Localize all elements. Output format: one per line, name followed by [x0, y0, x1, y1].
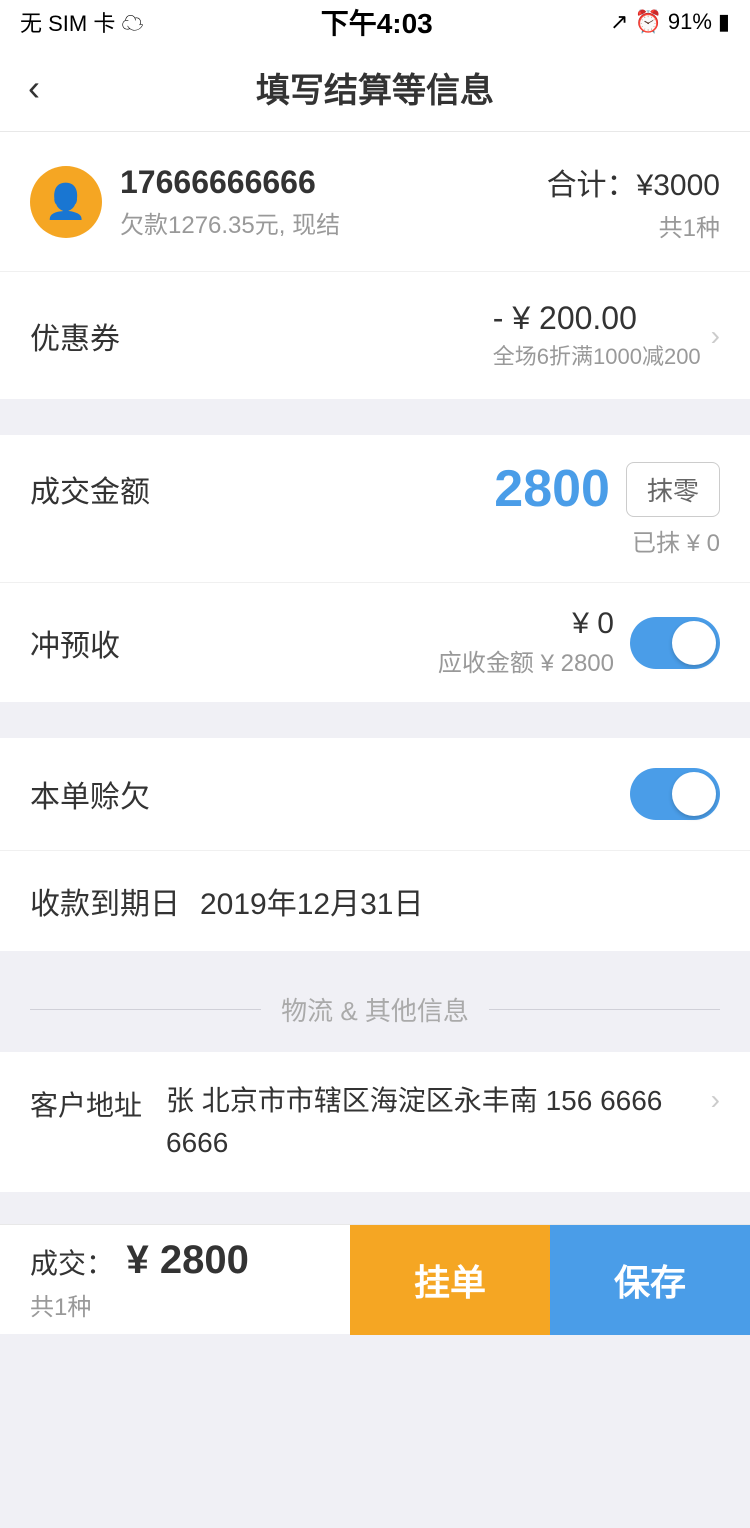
toggle-knob: [672, 621, 716, 665]
logistics-divider: 物流 & 其他信息: [0, 967, 750, 1052]
back-button[interactable]: ‹: [28, 67, 40, 109]
customer-sub: 欠款1276.35元, 现结: [120, 205, 340, 240]
nav-bar: ‹ 填写结算等信息: [0, 44, 750, 132]
total-sub: 共1种: [547, 208, 720, 243]
coupon-sub: 全场6折满1000减200: [493, 339, 701, 371]
bottom-amount-label: 成交：: [30, 1248, 114, 1279]
amount-row-wrap: 成交金额 2800 抹零 已抹 ¥ 0: [0, 435, 750, 582]
coupon-discount: - ¥ 200.00: [493, 300, 701, 337]
pre-amount-wrap: ¥ 0 应收金额 ¥ 2800: [438, 607, 614, 678]
divider-line-right: [489, 1009, 720, 1010]
battery-icon: ▮: [718, 9, 730, 35]
debit-section: 本单赊欠 收款到期日 2019年12月31日: [0, 738, 750, 951]
no-sim-text: 无 SIM 卡 ☁: [20, 6, 143, 38]
amount-sub: 已抹 ¥ 0: [30, 523, 720, 558]
address-value: 张 北京市市辖区海淀区永丰南 156 6666 6666: [166, 1080, 701, 1164]
hang-button[interactable]: 挂单: [350, 1225, 550, 1335]
pre-receipt-row: 冲预收 ¥ 0 应收金额 ¥ 2800: [0, 582, 750, 702]
coupon-label: 优惠券: [30, 314, 120, 358]
page-title: 填写结算等信息: [256, 63, 494, 112]
coupon-right: - ¥ 200.00 全场6折满1000减200 ›: [493, 300, 720, 371]
pre-receipt-label: 冲预收: [30, 621, 120, 665]
status-bar: 无 SIM 卡 ☁ 下午4:03 ↗ ⏰ 91% ▮: [0, 0, 750, 44]
coupon-chevron-icon: ›: [711, 320, 720, 352]
battery-text: 91%: [668, 9, 712, 35]
amount-section: 成交金额 2800 抹零 已抹 ¥ 0 冲预收 ¥ 0 应收金额 ¥ 2800: [0, 435, 750, 702]
customer-left: 👤 17666666666 欠款1276.35元, 现结: [30, 164, 340, 240]
debit-toggle[interactable]: [630, 768, 720, 820]
status-time: 下午4:03: [321, 2, 433, 42]
avatar-icon: 👤: [45, 182, 87, 222]
address-section: 客户地址 张 北京市市辖区海淀区永丰南 156 6666 6666 ›: [0, 1052, 750, 1192]
amount-right: 2800 抹零: [494, 459, 720, 519]
avatar: 👤: [30, 166, 102, 238]
status-left: 无 SIM 卡 ☁: [20, 6, 143, 38]
address-chevron-icon: ›: [711, 1084, 720, 1116]
bottom-amount-row: 成交： ¥ 2800: [30, 1238, 320, 1283]
bottom-bar: 成交： ¥ 2800 共1种 挂单 保存: [0, 1224, 750, 1334]
divider-1: [0, 415, 750, 435]
pre-sub: 应收金额 ¥ 2800: [438, 643, 614, 678]
status-right: ↗ ⏰ 91% ▮: [610, 9, 730, 35]
location-icon: ↗: [610, 9, 628, 35]
coupon-row[interactable]: 优惠券 - ¥ 200.00 全场6折满1000减200 ›: [0, 271, 750, 399]
bottom-amount: ¥ 2800: [126, 1238, 248, 1282]
duedate-label: 收款到期日: [30, 879, 180, 923]
pre-receipt-toggle[interactable]: [630, 617, 720, 669]
duedate-row: 收款到期日 2019年12月31日: [0, 850, 750, 951]
address-label: 客户地址: [30, 1084, 142, 1124]
debit-label: 本单赊欠: [30, 772, 150, 816]
duedate-value: 2019年12月31日: [200, 879, 423, 923]
total-amount: 合计：¥3000: [547, 160, 720, 204]
customer-row: 👤 17666666666 欠款1276.35元, 现结 合计：¥3000 共1…: [0, 132, 750, 271]
divider-2: [0, 718, 750, 738]
alarm-icon: ⏰: [634, 9, 661, 35]
bottom-sub: 共1种: [30, 1287, 320, 1322]
address-row[interactable]: 客户地址 张 北京市市辖区海淀区永丰南 156 6666 6666 ›: [0, 1052, 750, 1192]
customer-info: 17666666666 欠款1276.35元, 现结: [120, 164, 340, 240]
customer-section: 👤 17666666666 欠款1276.35元, 现结 合计：¥3000 共1…: [0, 132, 750, 399]
customer-phone: 17666666666: [120, 164, 340, 201]
save-button[interactable]: 保存: [550, 1225, 750, 1335]
amount-label: 成交金额: [30, 467, 150, 511]
debit-row: 本单赊欠: [0, 738, 750, 850]
pre-amount: ¥ 0: [438, 607, 614, 641]
bottom-info: 成交： ¥ 2800 共1种: [0, 1238, 350, 1322]
debit-toggle-knob: [672, 772, 716, 816]
logistics-text: 物流 & 其他信息: [281, 991, 469, 1028]
round-button[interactable]: 抹零: [626, 462, 720, 517]
amount-row: 成交金额 2800 抹零: [30, 459, 720, 519]
amount-value: 2800: [494, 459, 610, 519]
customer-total: 合计：¥3000 共1种: [547, 160, 720, 243]
pre-receipt-right: ¥ 0 应收金额 ¥ 2800: [438, 607, 720, 678]
divider-line-left: [30, 1009, 261, 1010]
